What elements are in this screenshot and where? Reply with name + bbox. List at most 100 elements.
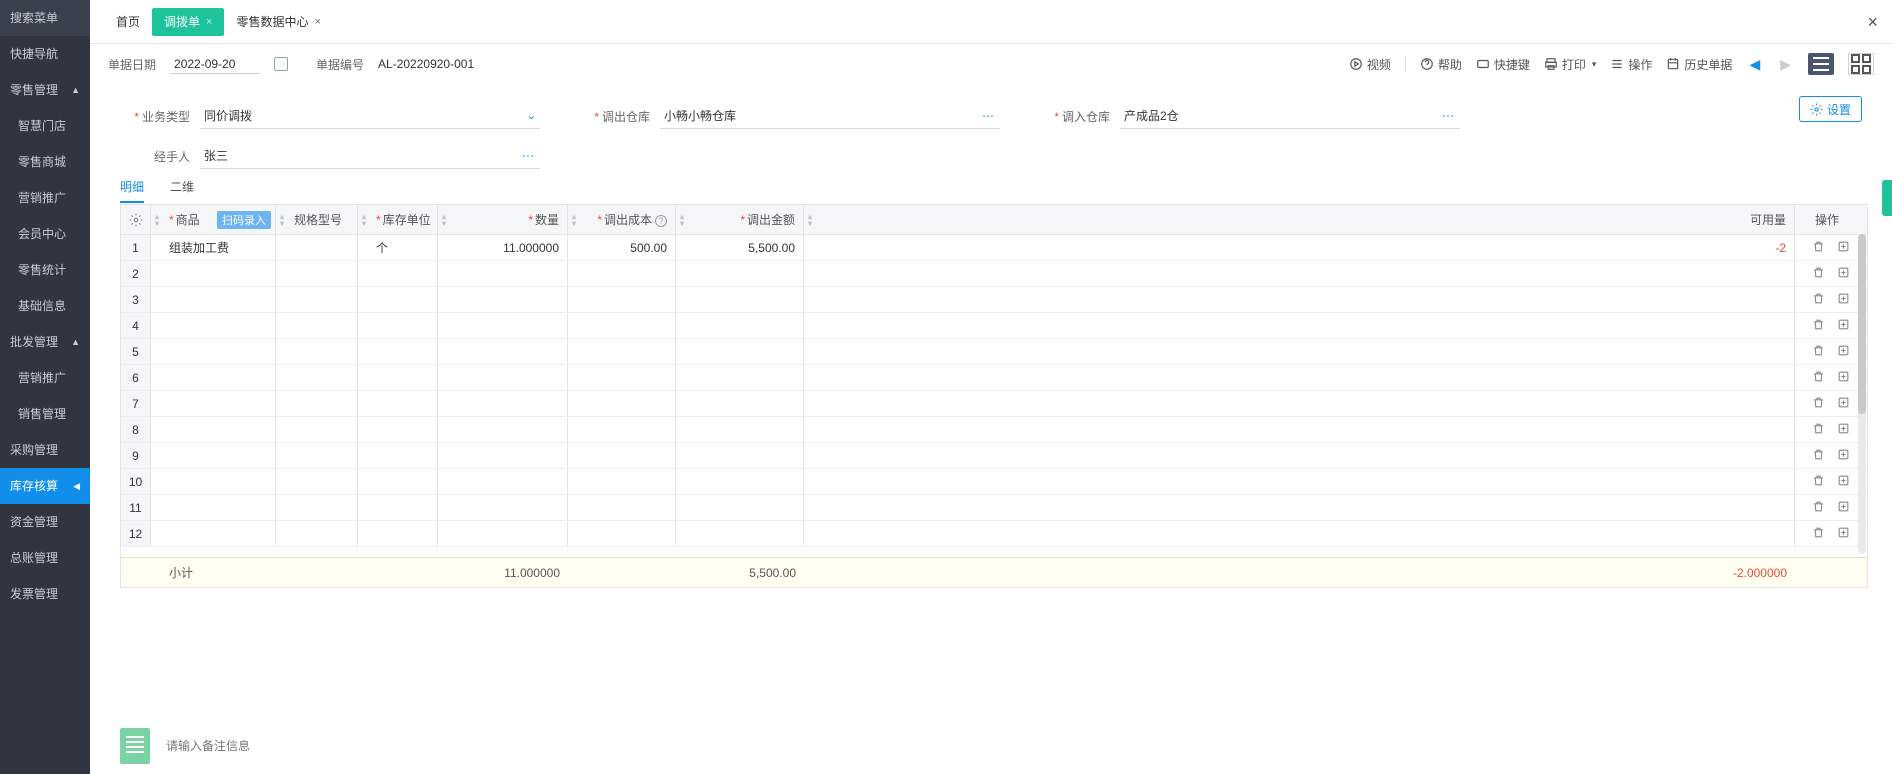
grid-gear-button[interactable] (121, 205, 151, 234)
tab-retaildata[interactable]: 零售数据中心× (224, 8, 332, 36)
add-row-icon[interactable] (1834, 370, 1853, 386)
delete-row-icon[interactable] (1809, 500, 1828, 516)
outwh-input[interactable]: 小畅小畅仓库⋯ (660, 103, 1000, 129)
delete-row-icon[interactable] (1809, 344, 1828, 360)
sidebar-item-smartstore[interactable]: 智慧门店 (0, 108, 90, 144)
ops-button[interactable]: 操作 (1610, 56, 1652, 73)
table-row[interactable]: 11 (121, 495, 1867, 521)
history-button[interactable]: 历史单据 (1666, 56, 1732, 73)
chevron-down-icon[interactable]: ⌄ (527, 109, 536, 122)
remark-input[interactable] (166, 739, 1868, 753)
col-outcost[interactable]: ▴▾调出成本? (568, 205, 676, 234)
table-row[interactable]: 2 (121, 261, 1867, 287)
inwh-input[interactable]: 产成品2仓⋯ (1120, 103, 1460, 129)
sidebar-item-member[interactable]: 会员中心 (0, 216, 90, 252)
sidebar-item-retailmall[interactable]: 零售商城 (0, 144, 90, 180)
add-row-icon[interactable] (1834, 396, 1853, 412)
add-row-icon[interactable] (1834, 344, 1853, 360)
add-row-icon[interactable] (1834, 526, 1853, 542)
handler-input[interactable]: 张三⋯ (200, 143, 540, 169)
sidebar-item-basicinfo[interactable]: 基础信息 (0, 288, 90, 324)
tab-home[interactable]: 首页 (104, 8, 152, 36)
col-spec[interactable]: ▴▾规格型号 (276, 205, 358, 234)
col-outamt[interactable]: ▴▾调出金额 (676, 205, 804, 234)
sidebar-item-invoice[interactable]: 发票管理 (0, 576, 90, 612)
table-row[interactable]: 6 (121, 365, 1867, 391)
sidebar-item-ledger[interactable]: 总账管理 (0, 540, 90, 576)
print-button[interactable]: 打印▾ (1544, 56, 1597, 73)
date-input[interactable]: 2022-09-20 (170, 55, 260, 74)
subtab-2d[interactable]: 二维 (170, 178, 194, 203)
col-unit[interactable]: ▴▾库存单位 (358, 205, 438, 234)
scrollbar-thumb[interactable] (1858, 234, 1866, 414)
table-row[interactable]: 9 (121, 443, 1867, 469)
add-row-icon[interactable] (1834, 292, 1853, 308)
table-row[interactable]: 5 (121, 339, 1867, 365)
scan-badge[interactable]: 扫码录入 (217, 211, 271, 229)
delete-row-icon[interactable] (1809, 292, 1828, 308)
help-button[interactable]: 帮助 (1420, 56, 1462, 73)
table-row[interactable]: 1组装加工费个11.000000500.005,500.00-2 (121, 235, 1867, 261)
sidebar-item-search[interactable]: 搜索菜单 (0, 0, 90, 36)
table-row[interactable]: 10 (121, 469, 1867, 495)
add-row-icon[interactable] (1834, 266, 1853, 282)
add-row-icon[interactable] (1834, 448, 1853, 464)
col-product[interactable]: ▴▾商品扫码录入 (151, 205, 276, 234)
sidebar-item-retailstats[interactable]: 零售统计 (0, 252, 90, 288)
prev-doc-button[interactable]: ◀ (1746, 56, 1763, 73)
view-card-button[interactable] (1848, 53, 1874, 75)
table-row[interactable]: 8 (121, 417, 1867, 443)
delete-row-icon[interactable] (1809, 448, 1828, 464)
more-icon[interactable]: ⋯ (522, 149, 536, 163)
tab-transfer[interactable]: 调拨单× (152, 8, 224, 36)
shortcut-button[interactable]: 快捷键 (1476, 56, 1530, 73)
sidebar-item-purchase[interactable]: 采购管理 (0, 432, 90, 468)
add-row-icon[interactable] (1834, 500, 1853, 516)
close-all-icon[interactable]: × (1867, 12, 1878, 33)
config-button[interactable]: 设置 (1799, 96, 1862, 122)
col-qty[interactable]: ▴▾数量 (438, 205, 568, 234)
sidebar-item-marketing2[interactable]: 营销推广 (0, 360, 90, 396)
more-icon[interactable]: ⋯ (982, 109, 996, 123)
more-icon[interactable]: ⋯ (1442, 109, 1456, 123)
biztype-label: 业务类型 (120, 108, 190, 125)
col-avail[interactable]: ▴▾可用量 (804, 205, 1795, 234)
remark-area (120, 724, 1868, 768)
sidebar-item-retail[interactable]: 零售管理▲ (0, 72, 90, 108)
handler-label: 经手人 (120, 148, 190, 165)
table-row[interactable]: 4 (121, 313, 1867, 339)
docno-value: AL-20220920-001 (378, 57, 474, 71)
delete-row-icon[interactable] (1809, 240, 1828, 256)
sidebar-item-inventory[interactable]: 库存核算◀ (0, 468, 90, 504)
view-list-button[interactable] (1808, 53, 1834, 75)
delete-row-icon[interactable] (1809, 422, 1828, 438)
table-row[interactable]: 12 (121, 521, 1867, 547)
delete-row-icon[interactable] (1809, 526, 1828, 542)
delete-row-icon[interactable] (1809, 474, 1828, 490)
sidebar-item-wholesale[interactable]: 批发管理▲ (0, 324, 90, 360)
sidebar-item-quicknav[interactable]: 快捷导航 (0, 36, 90, 72)
delete-row-icon[interactable] (1809, 396, 1828, 412)
document-header: 单据日期 2022-09-20 单据编号 AL-20220920-001 视频 … (90, 44, 1892, 84)
subtab-detail[interactable]: 明细 (120, 178, 144, 203)
table-row[interactable]: 3 (121, 287, 1867, 313)
delete-row-icon[interactable] (1809, 370, 1828, 386)
delete-row-icon[interactable] (1809, 318, 1828, 334)
right-drawer-handle[interactable] (1882, 180, 1892, 216)
delete-row-icon[interactable] (1809, 266, 1828, 282)
add-row-icon[interactable] (1834, 422, 1853, 438)
table-row[interactable]: 7 (121, 391, 1867, 417)
video-button[interactable]: 视频 (1349, 56, 1391, 73)
add-row-icon[interactable] (1834, 474, 1853, 490)
add-row-icon[interactable] (1834, 240, 1853, 256)
biztype-input[interactable]: 同价调拨⌄ (200, 103, 540, 129)
note-icon[interactable] (120, 728, 150, 764)
sidebar-item-funds[interactable]: 资金管理 (0, 504, 90, 540)
next-doc-button[interactable]: ▶ (1777, 56, 1794, 73)
close-icon[interactable]: × (206, 8, 212, 36)
add-row-icon[interactable] (1834, 318, 1853, 334)
sidebar-item-marketing1[interactable]: 营销推广 (0, 180, 90, 216)
calendar-icon[interactable] (274, 57, 288, 71)
sidebar-item-sales[interactable]: 销售管理 (0, 396, 90, 432)
close-icon[interactable]: × (314, 8, 320, 36)
